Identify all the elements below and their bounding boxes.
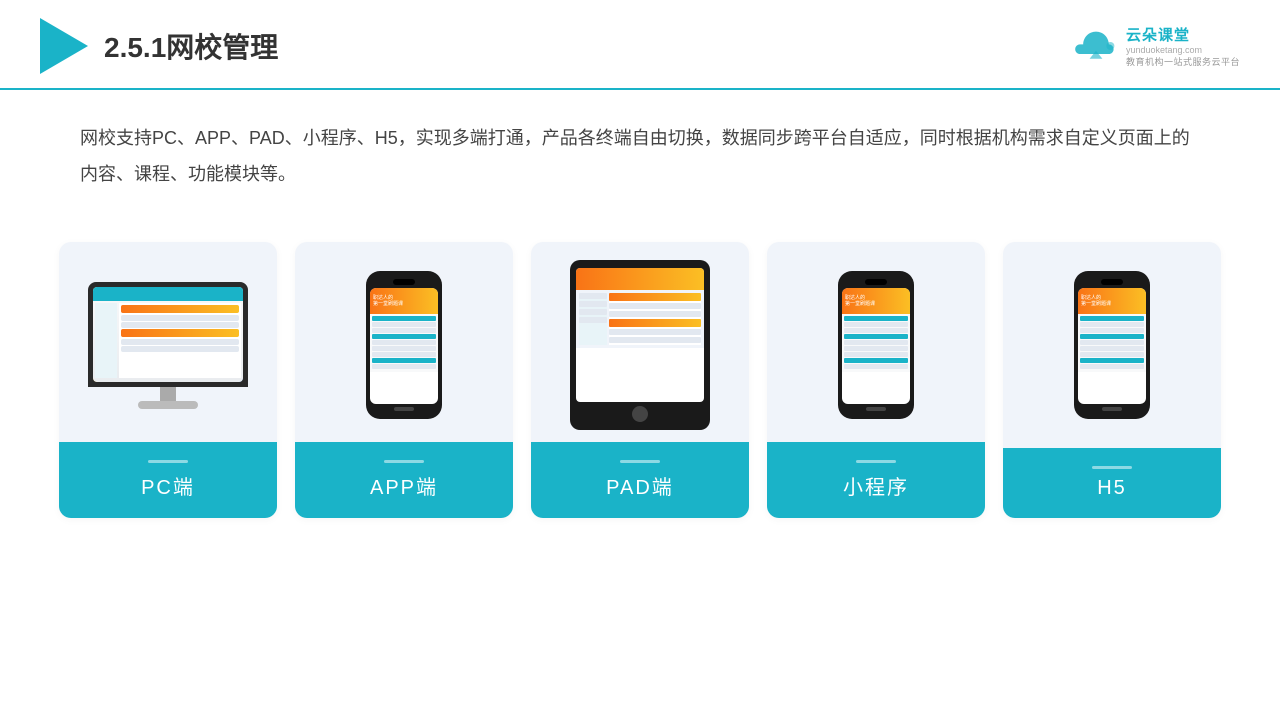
brand-logo: 云朵课堂 yunduoketang.com 教育机构一站式服务云平台 [1072,24,1240,68]
app-phone-frame: 职达人的第一堂刷题课 [366,271,442,419]
pad-card-label: PAD端 [531,442,749,518]
tablet-frame [570,260,710,430]
device-card-miniprogram: 职达人的第一堂刷题课 [767,242,985,518]
miniprogram-phone-frame: 职达人的第一堂刷题课 [838,271,914,419]
h5-notch [1101,279,1123,285]
monitor-frame [88,282,248,387]
pc-card-label: PC端 [59,442,277,518]
brand-text-block: 云朵课堂 yunduoketang.com 教育机构一站式服务云平台 [1126,24,1240,68]
pc-image-area [59,242,277,442]
tablet-home-button [632,406,648,422]
miniprogram-screen: 职达人的第一堂刷题课 [842,288,910,404]
h5-image-area: 职达人的第一堂刷题课 [1003,242,1221,442]
h5-home-button [1102,407,1122,411]
device-cards-section: PC端 职达人的第一堂刷题课 [0,212,1280,548]
device-card-app: 职达人的第一堂刷题课 [295,242,513,518]
description-text: 网校支持PC、APP、PAD、小程序、H5，实现多端打通，产品各终端自由切换，数… [0,90,1280,202]
tablet-screen [576,268,704,402]
page-title: 2.5.1网校管理 [104,26,278,66]
pc-monitor [88,282,248,409]
miniprogram-card-label: 小程序 [767,442,985,518]
brand-tagline: 教育机构一站式服务云平台 [1126,55,1240,68]
h5-phone-frame: 职达人的第一堂刷题课 [1074,271,1150,419]
monitor-base [138,401,198,409]
header-left: 2.5.1网校管理 [40,18,278,74]
phone-screen-top: 职达人的第一堂刷题课 [370,288,438,314]
device-card-pc: PC端 [59,242,277,518]
phone-notch [393,279,415,285]
miniprogram-home-button [866,407,886,411]
miniprogram-image-area: 职达人的第一堂刷题课 [767,242,985,442]
h5-card-label: H5 [1003,448,1221,518]
app-image-area: 职达人的第一堂刷题课 [295,242,513,442]
miniprogram-notch [865,279,887,285]
logo-triangle [40,18,88,74]
brand-name: 云朵课堂 [1126,24,1190,45]
device-card-pad: PAD端 [531,242,749,518]
app-card-label: APP端 [295,442,513,518]
phone-home-button [394,407,414,411]
monitor-neck [160,387,176,401]
device-card-h5: 职达人的第一堂刷题课 [1003,242,1221,518]
header: 2.5.1网校管理 云朵课堂 yunduoketang.com 教育机构一站式服… [0,0,1280,90]
header-right: 云朵课堂 yunduoketang.com 教育机构一站式服务云平台 [1072,24,1240,68]
h5-screen: 职达人的第一堂刷题课 [1078,288,1146,404]
brand-url: yunduoketang.com [1126,45,1202,55]
pad-image-area [531,242,749,442]
monitor-screen [93,287,243,382]
phone-screen: 职达人的第一堂刷题课 [370,288,438,404]
cloud-icon [1072,28,1120,64]
